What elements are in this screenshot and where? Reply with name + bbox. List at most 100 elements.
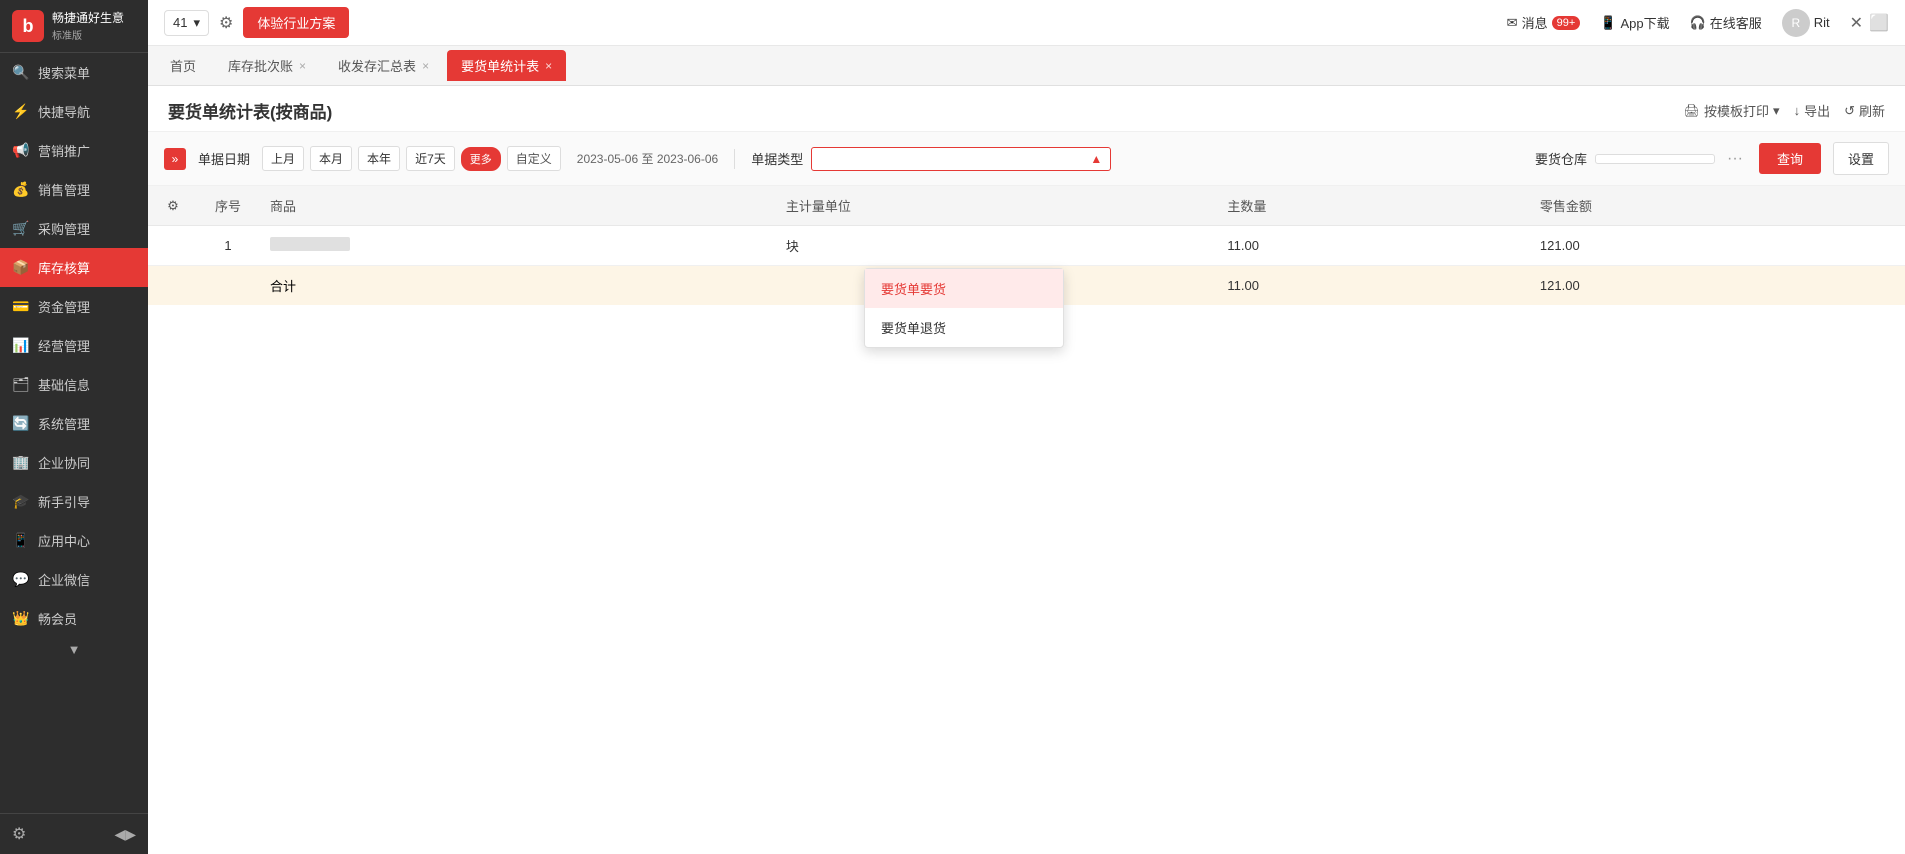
sidebar-item-sales[interactable]: 💰 销售管理: [0, 170, 148, 209]
purchase-icon: 🛒: [12, 220, 30, 238]
warehouse-filter-select[interactable]: [1595, 154, 1715, 164]
dropdown-item-requisition-return[interactable]: 要货单退货: [865, 308, 1063, 347]
sidebar: b 畅捷通好生意 标准版 🔍 搜索菜单 ⚡ 快捷导航 📢 营销推广 💰 销售管理…: [0, 0, 148, 854]
sidebar-settings-icon[interactable]: ⚙: [12, 824, 26, 844]
tab-close-receivable-summary[interactable]: ×: [422, 59, 429, 73]
tab-stock-batch[interactable]: 库存批次账 ×: [214, 50, 320, 81]
sidebar-item-label-quick-nav: 快捷导航: [38, 102, 90, 121]
settings-button[interactable]: 设置: [1833, 142, 1889, 175]
topbar: 41 ▾ ⚙ 体验行业方案 ✉ 消息 99+ 📱 App下载 🎧 在线客服 R: [148, 0, 1905, 46]
refresh-label: 刷新: [1859, 101, 1885, 120]
main-area: 41 ▾ ⚙ 体验行业方案 ✉ 消息 99+ 📱 App下载 🎧 在线客服 R: [148, 0, 1905, 854]
tab-requisition-stats[interactable]: 要货单统计表 ×: [447, 50, 566, 81]
sidebar-item-system[interactable]: 🔄 系统管理: [0, 404, 148, 443]
tab-receivable-summary[interactable]: 收发存汇总表×: [324, 50, 443, 81]
print-action[interactable]: 🖨 按模板打印 ▾: [1684, 101, 1780, 120]
sidebar-item-purchase[interactable]: 🛒 采购管理: [0, 209, 148, 248]
sidebar-item-label-enterprise-wx: 企业微信: [38, 570, 90, 589]
table-header-row: ⚙ 序号 商品 主计量单位 主数量 零售金额: [148, 186, 1905, 226]
sidebar-item-enterprise-wx[interactable]: 💬 企业微信: [0, 560, 148, 599]
app-download-button[interactable]: 📱 App下载: [1600, 13, 1669, 32]
online-service-button[interactable]: 🎧 在线客服: [1690, 13, 1762, 32]
promo-button[interactable]: 体验行业方案: [243, 7, 349, 38]
sidebar-item-quick-nav[interactable]: ⚡ 快捷导航: [0, 92, 148, 131]
company-value: 41: [173, 15, 187, 30]
sidebar-collapse-icon[interactable]: ◀▶: [114, 826, 136, 843]
message-icon: ✉: [1507, 15, 1518, 31]
date-7days-btn[interactable]: 近7天: [406, 146, 455, 171]
sidebar-item-enterprise[interactable]: 🏢 企业协同: [0, 443, 148, 482]
page-content: 要货单统计表(按商品) 🖨 按模板打印 ▾ ↓ 导出 ↺ 刷新 »: [148, 86, 1905, 854]
page-title: 要货单统计表(按商品): [168, 98, 332, 123]
app-title: 畅捷通好生意: [52, 10, 124, 27]
sidebar-item-inventory[interactable]: 📦 库存核算: [0, 248, 148, 287]
footer-num-cell: [198, 266, 258, 306]
col-num-header: 序号: [198, 186, 258, 226]
sidebar-item-search[interactable]: 🔍 搜索菜单: [0, 53, 148, 92]
export-action[interactable]: ↓ 导出: [1794, 101, 1831, 120]
type-filter-select[interactable]: ▲: [811, 147, 1111, 171]
app-center-icon: 📱: [12, 532, 30, 550]
company-selector[interactable]: 41 ▾: [164, 10, 209, 36]
sidebar-scroll-down[interactable]: ▼: [0, 638, 148, 661]
sidebar-item-label-guide: 新手引导: [38, 492, 90, 511]
date-last-month-btn[interactable]: 上月: [262, 146, 304, 171]
filter-expand-button[interactable]: »: [164, 148, 186, 170]
sidebar-item-guide[interactable]: 🎓 新手引导: [0, 482, 148, 521]
sidebar-item-operation[interactable]: 📊 经营管理: [0, 326, 148, 365]
footer-quantity-cell: 11.00: [1215, 266, 1528, 306]
sidebar-item-label-operation: 经营管理: [38, 336, 90, 355]
date-this-year-btn[interactable]: 本年: [358, 146, 400, 171]
logo-icon: b: [12, 10, 44, 42]
restore-window-icon[interactable]: ⬜: [1869, 13, 1889, 33]
sidebar-item-base-info[interactable]: 🗂 基础信息: [0, 365, 148, 404]
sidebar-item-app-center[interactable]: 📱 应用中心: [0, 521, 148, 560]
type-filter-label: 单据类型: [751, 149, 803, 168]
filter-divider: [734, 149, 735, 169]
table-row: 1 块 11.00 121.00: [148, 226, 1905, 266]
col-settings-header[interactable]: ⚙: [148, 186, 198, 226]
user-profile[interactable]: R Rit: [1782, 9, 1830, 37]
messages-button[interactable]: ✉ 消息 99+: [1507, 13, 1581, 32]
col-unit-header: 主计量单位: [774, 186, 1216, 226]
tab-close-requisition-stats[interactable]: ×: [545, 59, 552, 73]
date-this-month-btn[interactable]: 本月: [310, 146, 352, 171]
sidebar-item-label-app-center: 应用中心: [38, 531, 90, 550]
date-custom-btn[interactable]: 自定义: [507, 146, 561, 171]
export-label: 导出: [1804, 101, 1830, 120]
service-label: 在线客服: [1710, 13, 1762, 32]
finance-icon: 💳: [12, 298, 30, 316]
query-button[interactable]: 查询: [1759, 143, 1821, 174]
app-download-label: App下载: [1620, 13, 1669, 32]
tab-label-home: 首页: [170, 56, 196, 75]
tab-home[interactable]: 首页: [156, 50, 210, 81]
sidebar-item-label-search: 搜索菜单: [38, 63, 90, 82]
date-more-btn[interactable]: 更多: [461, 147, 501, 171]
row-quantity-0: 11.00: [1215, 226, 1528, 266]
tab-close-stock-batch[interactable]: ×: [299, 59, 306, 73]
service-icon: 🎧: [1690, 15, 1706, 31]
tab-label-stock-batch: 库存批次账: [228, 56, 293, 75]
page-header-actions: 🖨 按模板打印 ▾ ↓ 导出 ↺ 刷新: [1684, 101, 1886, 120]
type-dropdown: 要货单要货 要货单退货: [864, 268, 1064, 348]
sales-icon: 💰: [12, 181, 30, 199]
date-filter-label: 单据日期: [198, 149, 250, 168]
sidebar-item-marketing[interactable]: 📢 营销推广: [0, 131, 148, 170]
guide-icon: 🎓: [12, 493, 30, 511]
topbar-gear-icon[interactable]: ⚙: [219, 13, 233, 33]
tab-label-requisition-stats: 要货单统计表: [461, 56, 539, 75]
refresh-action[interactable]: ↺ 刷新: [1844, 101, 1885, 120]
base-info-icon: 🗂: [12, 376, 30, 394]
sidebar-item-finance[interactable]: 💳 资金管理: [0, 287, 148, 326]
dropdown-item-requisition-order[interactable]: 要货单要货: [865, 269, 1063, 308]
row-goods-0: [258, 226, 774, 266]
sidebar-item-member[interactable]: 👑 畅会员: [0, 599, 148, 638]
print-dropdown-icon: ▾: [1773, 103, 1780, 119]
sidebar-item-label-purchase: 采购管理: [38, 219, 90, 238]
app-logo: b 畅捷通好生意 标准版: [0, 0, 148, 53]
enterprise-wx-icon: 💬: [12, 571, 30, 589]
close-window-icon[interactable]: ✕: [1850, 13, 1863, 33]
quick-nav-icon: ⚡: [12, 103, 30, 121]
col-quantity-header: 主数量: [1215, 186, 1528, 226]
filter-more-icon[interactable]: ···: [1723, 150, 1747, 168]
